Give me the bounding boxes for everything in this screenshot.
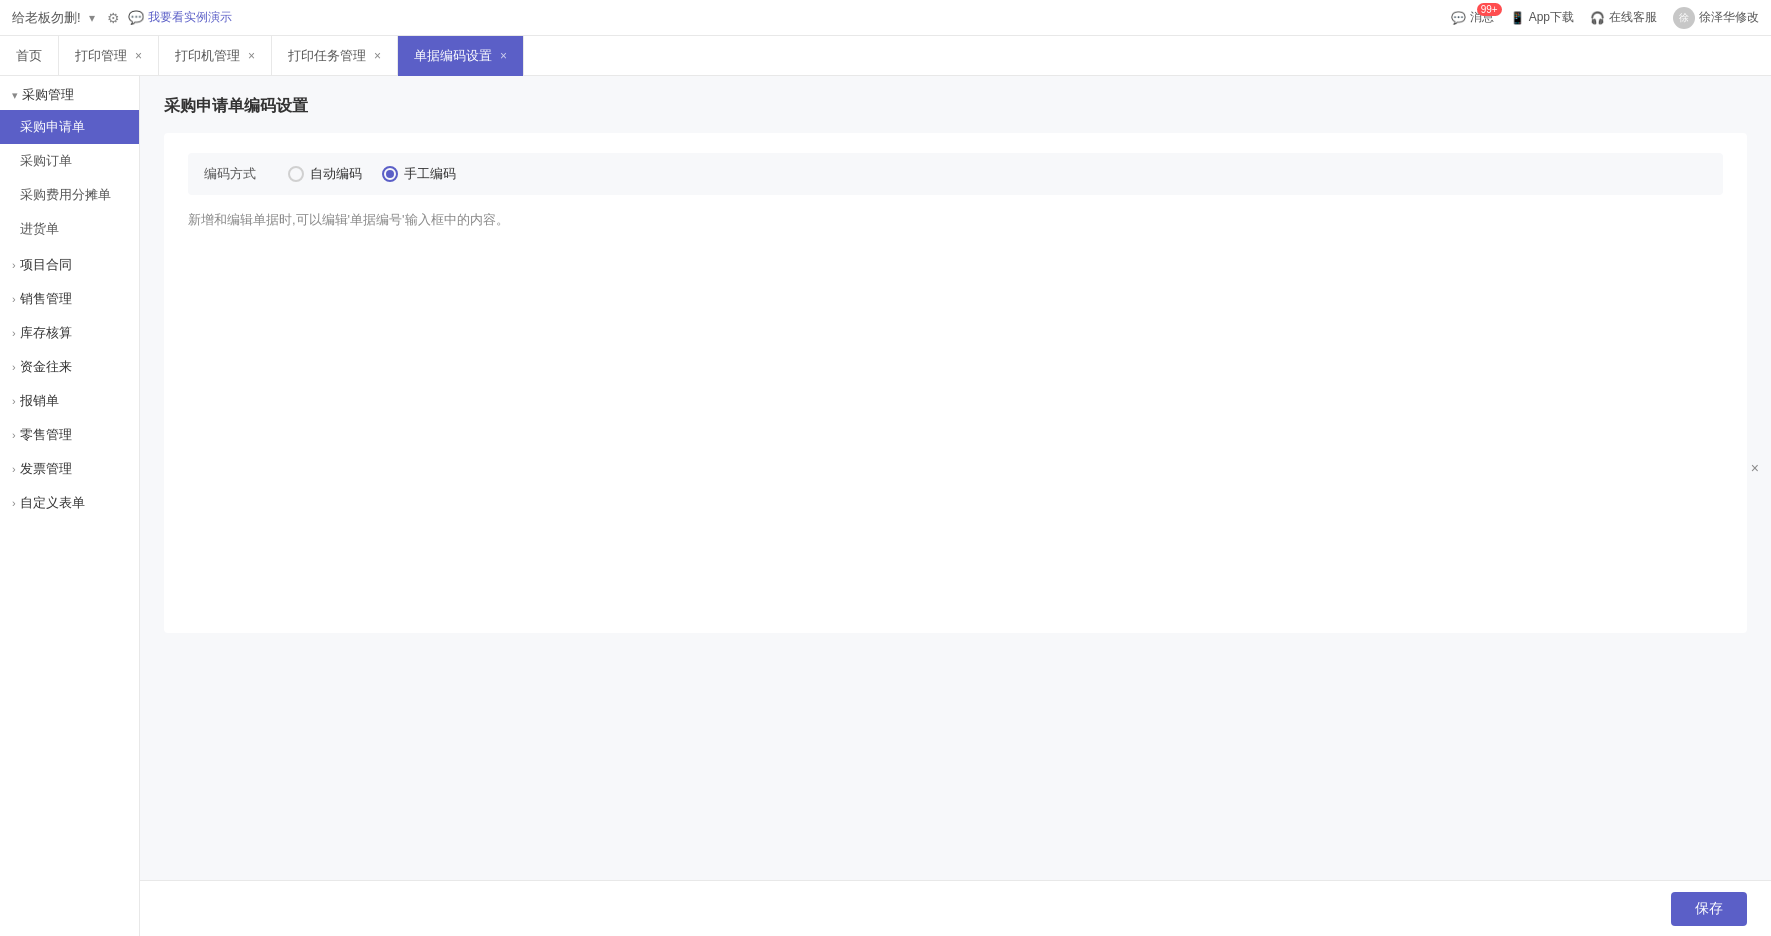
tab-close-icon[interactable]: × [500,49,507,63]
sidebar-group-title-funds[interactable]: › 资金往来 [0,348,139,382]
sidebar-item-inbound[interactable]: 进货单 [0,212,139,246]
tab-printer-management[interactable]: 打印机管理 × [159,36,272,76]
sidebar-group-title-purchase[interactable]: ▾ 采购管理 [0,76,139,110]
online-service-button[interactable]: 🎧 在线客服 [1590,9,1657,26]
group-label: 发票管理 [20,460,72,478]
tab-print-task[interactable]: 打印任务管理 × [272,36,398,76]
manual-code-label: 手工编码 [404,165,456,183]
brand-label: 给老板勿删! [12,9,81,27]
tab-close-icon[interactable]: × [374,49,381,63]
sidebar-group-custom: › 自定义表单 [0,484,139,518]
group-label: 库存核算 [20,324,72,342]
tab-code-settings[interactable]: 单据编码设置 × [398,36,524,76]
sidebar-group-title-expense[interactable]: › 报销单 [0,382,139,416]
encoding-row: 编码方式 自动编码 手工编码 [188,153,1723,195]
sidebar-group-title-contract[interactable]: › 项目合同 [0,246,139,280]
group-label: 销售管理 [20,290,72,308]
sidebar-group-invoice: › 发票管理 [0,450,139,484]
user-menu[interactable]: 徐 徐泽华修改 [1673,7,1759,29]
top-bar-left: 给老板勿删! ▾ ⚙ 我要看实例演示 [12,9,232,27]
tab-home-label: 首页 [16,47,42,65]
top-bar: 给老板勿删! ▾ ⚙ 我要看实例演示 💬 消息 99+ 📱 App下载 🎧 在线… [0,0,1771,36]
auto-code-radio[interactable]: 自动编码 [288,165,362,183]
tab-bar: 首页 打印管理 × 打印机管理 × 打印任务管理 × 单据编码设置 × × [0,36,1771,76]
tab-print-management[interactable]: 打印管理 × [59,36,159,76]
message-badge: 99+ [1477,3,1502,16]
sidebar-group-title-sales[interactable]: › 销售管理 [0,280,139,314]
message-icon: 💬 [1451,11,1466,25]
radio-circle-manual [382,166,398,182]
chevron-right-icon: › [12,361,16,373]
sidebar-item-purchase-cost[interactable]: 采购费用分摊单 [0,178,139,212]
main-layout: ▾ 采购管理 采购申请单 采购订单 采购费用分摊单 进货单 › 项目合同 › 销… [0,76,1771,936]
group-label: 资金往来 [20,358,72,376]
radio-circle-auto [288,166,304,182]
sidebar-group-inventory: › 库存核算 [0,314,139,348]
chevron-down-icon: ▾ [12,89,18,102]
tab-label: 打印任务管理 [288,47,366,65]
chevron-right-icon: › [12,497,16,509]
group-label: 零售管理 [20,426,72,444]
sidebar-group-sales: › 销售管理 [0,280,139,314]
auto-code-label: 自动编码 [310,165,362,183]
sidebar-group-title-inventory[interactable]: › 库存核算 [0,314,139,348]
hint-text: 新增和编辑单据时,可以编辑'单据编号'输入框中的内容。 [188,211,1723,229]
sidebar: ▾ 采购管理 采购申请单 采购订单 采购费用分摊单 进货单 › 项目合同 › 销… [0,76,140,936]
sidebar-item-purchase-order[interactable]: 采购订单 [0,144,139,178]
dropdown-icon[interactable]: ▾ [89,11,95,25]
chevron-right-icon: › [12,293,16,305]
sidebar-group-title-retail[interactable]: › 零售管理 [0,416,139,450]
headset-icon: 🎧 [1590,11,1605,25]
gear-icon[interactable]: ⚙ [107,10,120,26]
app-download-button[interactable]: 📱 App下载 [1510,9,1574,26]
save-button[interactable]: 保存 [1671,892,1747,926]
top-bar-right: 💬 消息 99+ 📱 App下载 🎧 在线客服 徐 徐泽华修改 [1451,7,1759,29]
tab-label: 打印机管理 [175,47,240,65]
group-label: 自定义表单 [20,494,85,512]
message-button[interactable]: 💬 消息 99+ [1451,9,1494,26]
sidebar-group-contract: › 项目合同 [0,246,139,280]
sidebar-group-retail: › 零售管理 [0,416,139,450]
tab-label: 单据编码设置 [414,47,492,65]
content-area: 采购申请单编码设置 编码方式 自动编码 手工编码 [140,76,1771,880]
service-label: 在线客服 [1609,9,1657,26]
sidebar-group-title-invoice[interactable]: › 发票管理 [0,450,139,484]
chevron-right-icon: › [12,463,16,475]
sidebar-group-title-custom[interactable]: › 自定义表单 [0,484,139,518]
chevron-right-icon: › [12,327,16,339]
group-label: 报销单 [20,392,59,410]
avatar: 徐 [1673,7,1695,29]
phone-icon: 📱 [1510,11,1525,25]
encoding-method-label: 编码方式 [204,165,256,183]
demo-link[interactable]: 我要看实例演示 [128,9,232,26]
sidebar-group-expense: › 报销单 [0,382,139,416]
page-title: 采购申请单编码设置 [164,96,1747,117]
user-name: 徐泽华修改 [1699,9,1759,26]
bottom-bar: 保存 [140,880,1771,936]
group-label: 采购管理 [22,86,74,104]
chevron-right-icon: › [12,259,16,271]
sidebar-item-purchase-request[interactable]: 采购申请单 [0,110,139,144]
chevron-right-icon: › [12,395,16,407]
window-close-icon[interactable]: × [1751,460,1759,476]
tab-close-icon[interactable]: × [248,49,255,63]
tab-home[interactable]: 首页 [0,36,59,76]
group-label: 项目合同 [20,256,72,274]
manual-code-radio[interactable]: 手工编码 [382,165,456,183]
settings-card: 编码方式 自动编码 手工编码 新增和编辑单据时,可以编辑'单据编号'输入框中的内… [164,133,1747,633]
app-label: App下载 [1529,9,1574,26]
chevron-right-icon: › [12,429,16,441]
sidebar-group-purchase: ▾ 采购管理 采购申请单 采购订单 采购费用分摊单 进货单 [0,76,139,246]
main-content: 采购申请单编码设置 编码方式 自动编码 手工编码 [140,76,1771,936]
sidebar-group-funds: › 资金往来 [0,348,139,382]
tab-close-icon[interactable]: × [135,49,142,63]
tab-label: 打印管理 [75,47,127,65]
radio-group: 自动编码 手工编码 [288,165,456,183]
